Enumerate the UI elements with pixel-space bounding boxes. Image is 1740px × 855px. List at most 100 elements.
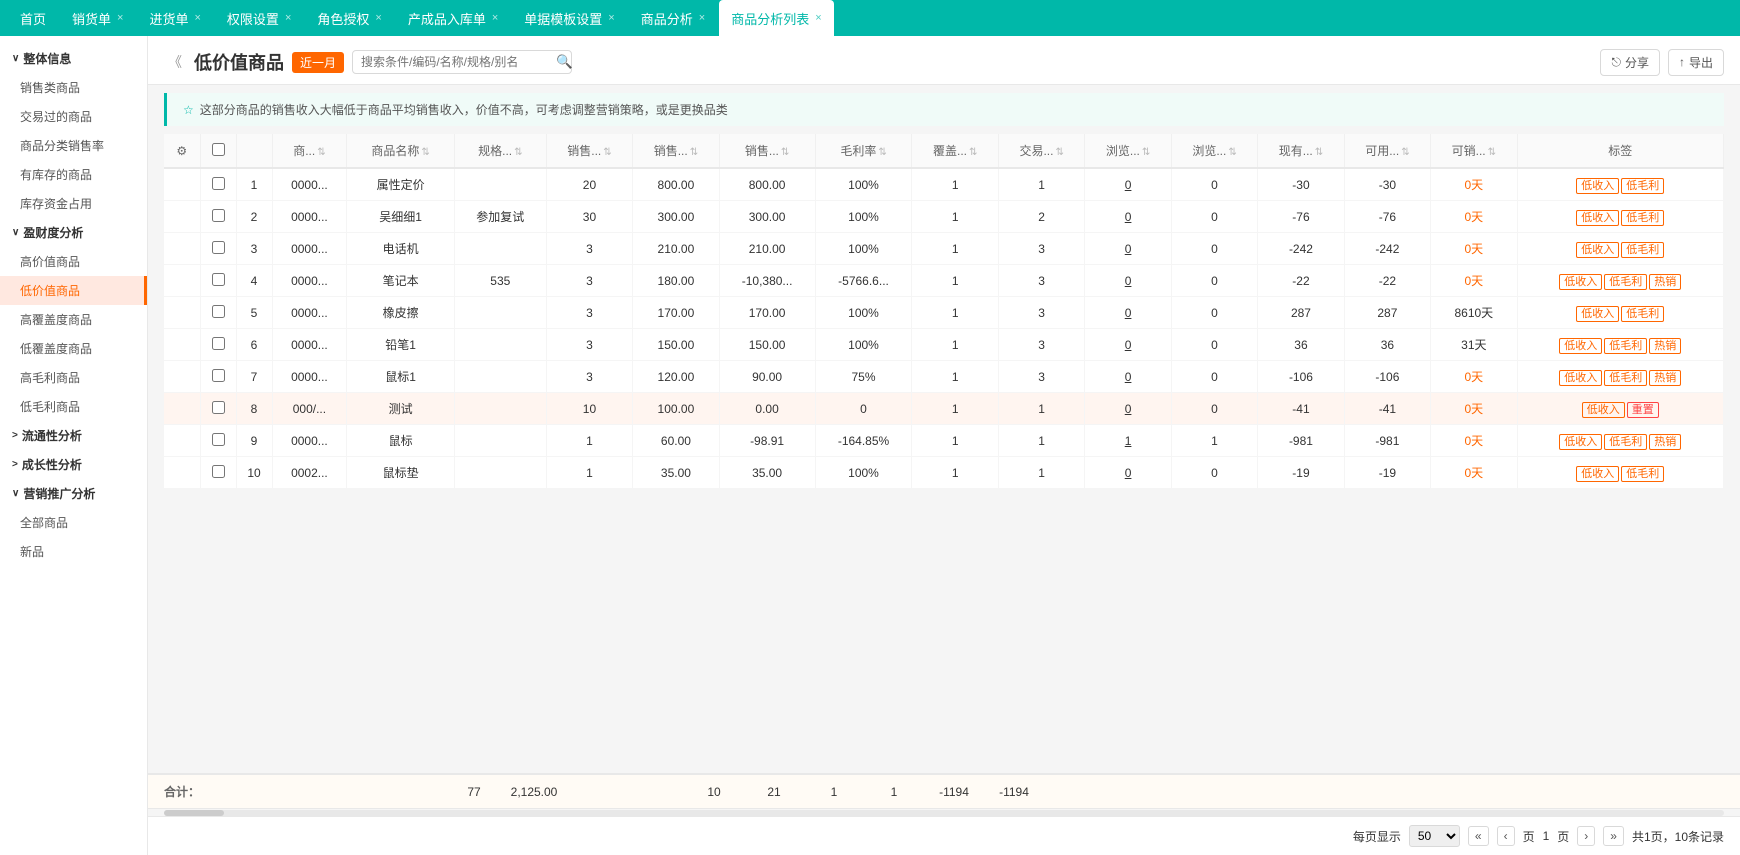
close-icon[interactable]: × bbox=[285, 12, 291, 24]
row-checkbox[interactable] bbox=[212, 273, 225, 286]
browse-count-link[interactable]: 0 bbox=[1125, 210, 1132, 224]
browse-count-link[interactable]: 0 bbox=[1125, 466, 1132, 480]
share-button[interactable]: ⎋ 分享 bbox=[1600, 49, 1660, 76]
checkbox-column-header[interactable] bbox=[200, 134, 236, 168]
nav-purchase-order[interactable]: 进货单 × bbox=[137, 0, 212, 36]
sidebar-item-inventory-capital[interactable]: 库存资金占用 bbox=[0, 189, 147, 218]
sidebar-item-stocked-products[interactable]: 有库存的商品 bbox=[0, 160, 147, 189]
close-icon[interactable]: × bbox=[375, 12, 381, 24]
row-checkbox[interactable] bbox=[212, 241, 225, 254]
row-checkbox[interactable] bbox=[212, 465, 225, 478]
browse2-column-header[interactable]: 浏览...⇅ bbox=[1171, 134, 1257, 168]
browse1-cell[interactable]: 0 bbox=[1085, 265, 1171, 297]
sales-qty-column-header[interactable]: 销售...⇅ bbox=[546, 134, 632, 168]
sidebar-item-all-products[interactable]: 全部商品 bbox=[0, 508, 147, 537]
sidebar-group-title-growth[interactable]: > 成长性分析 bbox=[0, 450, 147, 479]
coverage-column-header[interactable]: 覆盖...⇅ bbox=[912, 134, 998, 168]
settings-column-header[interactable]: ⚙ bbox=[164, 134, 200, 168]
search-button[interactable]: 🔍 bbox=[556, 54, 573, 70]
select-all-checkbox[interactable] bbox=[212, 143, 225, 156]
nav-template-settings[interactable]: 单据模板设置 × bbox=[512, 0, 626, 36]
row-checkbox[interactable] bbox=[212, 433, 225, 446]
checkbox-cell[interactable] bbox=[200, 329, 236, 361]
nav-product-analysis[interactable]: 商品分析 × bbox=[629, 0, 717, 36]
close-icon[interactable]: × bbox=[608, 12, 614, 24]
browse-count-link[interactable]: 0 bbox=[1125, 370, 1132, 384]
sidebar-group-title-overall[interactable]: ∨ 整体信息 bbox=[0, 44, 147, 73]
last-page-button[interactable]: » bbox=[1603, 826, 1624, 846]
browse1-cell[interactable]: 0 bbox=[1085, 168, 1171, 201]
sidebar-item-high-value[interactable]: 高价值商品 bbox=[0, 247, 147, 276]
horizontal-scrollbar[interactable] bbox=[148, 808, 1740, 816]
sidebar-item-new-products[interactable]: 新品 bbox=[0, 537, 147, 566]
close-icon[interactable]: × bbox=[699, 12, 705, 24]
close-icon[interactable]: × bbox=[194, 12, 200, 24]
browse-count-link[interactable]: 1 bbox=[1125, 434, 1132, 448]
browse1-cell[interactable]: 0 bbox=[1085, 297, 1171, 329]
nav-roles[interactable]: 角色授权 × bbox=[305, 0, 393, 36]
close-icon[interactable]: × bbox=[492, 12, 498, 24]
row-checkbox[interactable] bbox=[212, 369, 225, 382]
sidebar-item-category-sales-rate[interactable]: 商品分类销售率 bbox=[0, 131, 147, 160]
browse-count-link[interactable]: 0 bbox=[1125, 242, 1132, 256]
browse1-cell[interactable]: 0 bbox=[1085, 201, 1171, 233]
browse1-cell[interactable]: 0 bbox=[1085, 457, 1171, 489]
nav-sales-order[interactable]: 销货单 × bbox=[60, 0, 135, 36]
spec-column-header[interactable]: 规格...⇅ bbox=[454, 134, 546, 168]
scroll-thumb[interactable] bbox=[164, 810, 224, 816]
filter-period-button[interactable]: 近一月 bbox=[292, 52, 344, 73]
sidebar-item-sales-products[interactable]: 销售类商品 bbox=[0, 73, 147, 102]
gross-margin-column-header[interactable]: 毛利率⇅ bbox=[815, 134, 912, 168]
checkbox-cell[interactable] bbox=[200, 297, 236, 329]
next-page-button[interactable]: › bbox=[1577, 826, 1595, 846]
sales-amount-column-header[interactable]: 销售...⇅ bbox=[719, 134, 815, 168]
nav-permissions[interactable]: 权限设置 × bbox=[215, 0, 303, 36]
browse-count-link[interactable]: 0 bbox=[1125, 306, 1132, 320]
checkbox-cell[interactable] bbox=[200, 457, 236, 489]
sidebar-item-low-coverage[interactable]: 低覆盖度商品 bbox=[0, 334, 147, 363]
browse1-cell[interactable]: 0 bbox=[1085, 329, 1171, 361]
sidebar-group-title-marketing[interactable]: ∨ 营销推广分析 bbox=[0, 479, 147, 508]
checkbox-cell[interactable] bbox=[200, 425, 236, 457]
nav-home[interactable]: 首页 bbox=[8, 0, 58, 36]
page-size-select[interactable]: 50 100 200 bbox=[1409, 825, 1460, 847]
row-checkbox[interactable] bbox=[212, 337, 225, 350]
nav-finished-goods[interactable]: 产成品入库单 × bbox=[396, 0, 510, 36]
close-icon[interactable]: × bbox=[117, 12, 123, 24]
browse1-cell[interactable]: 0 bbox=[1085, 361, 1171, 393]
prev-page-button[interactable]: ‹ bbox=[1497, 826, 1515, 846]
browse1-cell[interactable]: 1 bbox=[1085, 425, 1171, 457]
sidebar-group-title-profit[interactable]: ∨ 盈财度分析 bbox=[0, 218, 147, 247]
row-checkbox[interactable] bbox=[212, 305, 225, 318]
first-page-button[interactable]: « bbox=[1468, 826, 1489, 846]
browse-count-link[interactable]: 0 bbox=[1125, 402, 1132, 416]
sidebar-item-low-value[interactable]: 低价值商品 bbox=[0, 276, 147, 305]
code-column-header[interactable]: 商...⇅ bbox=[272, 134, 347, 168]
row-checkbox[interactable] bbox=[212, 209, 225, 222]
sidebar-item-low-margin[interactable]: 低毛利商品 bbox=[0, 392, 147, 421]
browse-count-link[interactable]: 0 bbox=[1125, 178, 1132, 192]
name-column-header[interactable]: 商品名称⇅ bbox=[347, 134, 455, 168]
close-icon[interactable]: × bbox=[815, 12, 821, 24]
checkbox-cell[interactable] bbox=[200, 393, 236, 425]
collapse-sidebar-button[interactable]: 《 bbox=[164, 48, 186, 76]
search-input[interactable] bbox=[352, 50, 572, 74]
row-checkbox[interactable] bbox=[212, 177, 225, 190]
nav-product-analysis-list[interactable]: 商品分析列表 × bbox=[719, 0, 833, 36]
salable-column-header[interactable]: 可销...⇅ bbox=[1431, 134, 1517, 168]
sidebar-item-high-margin[interactable]: 高毛利商品 bbox=[0, 363, 147, 392]
browse-count-link[interactable]: 0 bbox=[1125, 338, 1132, 352]
export-button[interactable]: ↑ 导出 bbox=[1668, 49, 1724, 76]
row-checkbox[interactable] bbox=[212, 401, 225, 414]
sales-price-column-header[interactable]: 销售...⇅ bbox=[633, 134, 719, 168]
available-column-header[interactable]: 可用...⇅ bbox=[1344, 134, 1430, 168]
checkbox-cell[interactable] bbox=[200, 233, 236, 265]
checkbox-cell[interactable] bbox=[200, 201, 236, 233]
browse-count-link[interactable]: 0 bbox=[1125, 274, 1132, 288]
browse1-column-header[interactable]: 浏览...⇅ bbox=[1085, 134, 1171, 168]
browse1-cell[interactable]: 0 bbox=[1085, 233, 1171, 265]
checkbox-cell[interactable] bbox=[200, 265, 236, 297]
sidebar-group-title-liquidity[interactable]: > 流通性分析 bbox=[0, 421, 147, 450]
trade-column-header[interactable]: 交易...⇅ bbox=[998, 134, 1084, 168]
checkbox-cell[interactable] bbox=[200, 168, 236, 201]
